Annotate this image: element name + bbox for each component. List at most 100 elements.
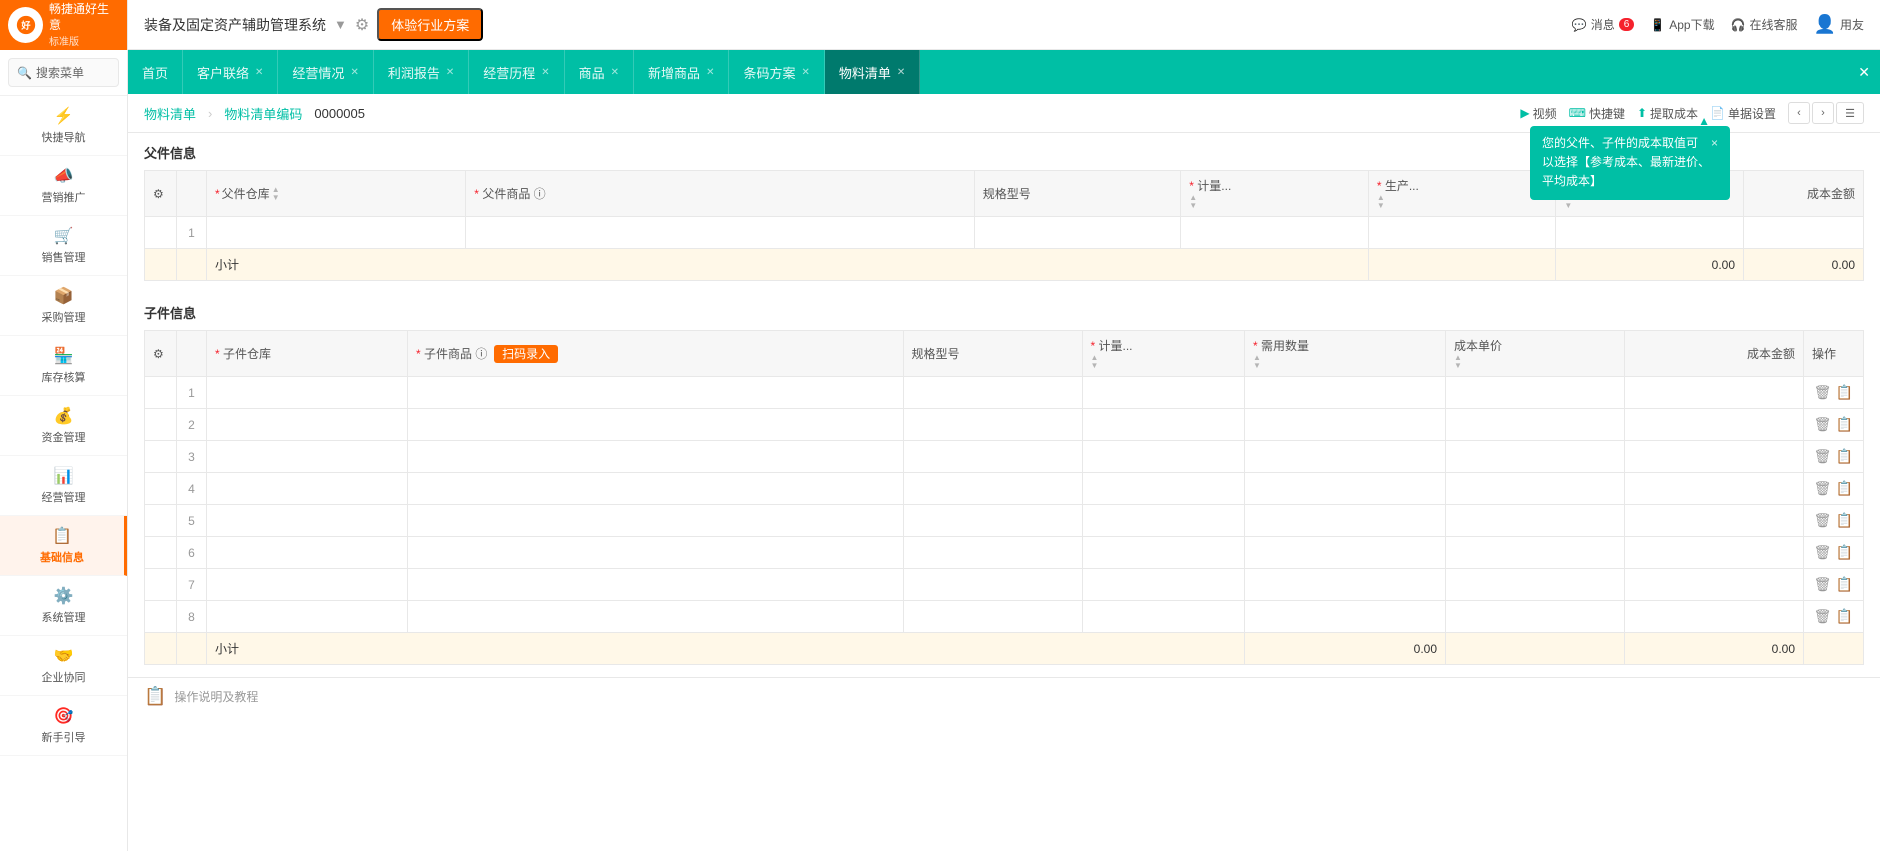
child-col-settings[interactable]: ⚙ — [145, 331, 177, 377]
child-row-unit[interactable] — [1082, 441, 1245, 473]
child-row-cost-amount[interactable] — [1625, 505, 1804, 537]
child-row-cost-amount[interactable] — [1625, 409, 1804, 441]
app-download-button[interactable]: 📱 App下载 — [1650, 16, 1714, 33]
child-row-warehouse[interactable] — [207, 441, 408, 473]
delete-icon[interactable]: 🗑 — [1814, 480, 1832, 498]
trial-button[interactable]: 体验行业方案 — [377, 8, 483, 41]
copy-icon[interactable]: 📋 — [1836, 448, 1854, 466]
tab-barcode[interactable]: 条码方案 ✕ — [729, 50, 824, 94]
message-button[interactable]: 💬 消息 6 — [1572, 16, 1635, 33]
child-row-unit-cost[interactable] — [1446, 569, 1625, 601]
extract-cost-action[interactable]: ⬆ 提取成本 — [1637, 105, 1698, 122]
prev-arrow[interactable]: ‹ — [1788, 102, 1810, 124]
child-row-goods[interactable] — [408, 441, 904, 473]
sidebar-item-quick-nav[interactable]: ⚡ 快捷导航 — [0, 96, 127, 156]
tab-goods-close[interactable]: ✕ — [611, 67, 619, 78]
child-row-cost-amount[interactable] — [1625, 441, 1804, 473]
child-row-unit[interactable] — [1082, 409, 1245, 441]
tab-profit-close[interactable]: ✕ — [446, 67, 454, 78]
delete-icon[interactable]: 🗑 — [1814, 384, 1832, 402]
child-row-unit[interactable] — [1082, 537, 1245, 569]
child-row-unit[interactable] — [1082, 601, 1245, 633]
tab-bom[interactable]: 物料清单 ✕ — [825, 50, 920, 94]
child-row-cost-amount[interactable] — [1625, 377, 1804, 409]
child-row-warehouse[interactable] — [207, 473, 408, 505]
parent-row-spec[interactable] — [974, 217, 1181, 249]
single-settings-action[interactable]: 📄 单据设置 — [1710, 105, 1776, 122]
sidebar-item-purchase[interactable]: 📦 采购管理 — [0, 276, 127, 336]
child-row-warehouse[interactable] — [207, 601, 408, 633]
child-row-cost-amount[interactable] — [1625, 569, 1804, 601]
parent-row-warehouse[interactable] — [207, 217, 466, 249]
delete-icon[interactable]: 🗑 — [1814, 416, 1832, 434]
delete-icon[interactable]: 🗑 — [1814, 512, 1832, 530]
child-row-warehouse[interactable] — [207, 377, 408, 409]
child-row-unit-cost[interactable] — [1446, 377, 1625, 409]
tab-barcode-close[interactable]: ✕ — [801, 67, 809, 78]
view-action[interactable]: ▶ 视频 — [1520, 105, 1556, 122]
child-row-warehouse[interactable] — [207, 409, 408, 441]
copy-icon[interactable]: 📋 — [1836, 384, 1854, 402]
child-row-unit-cost[interactable] — [1446, 505, 1625, 537]
child-row-unit-cost[interactable] — [1446, 601, 1625, 633]
child-row-spec[interactable] — [903, 601, 1082, 633]
child-row-spec[interactable] — [903, 409, 1082, 441]
child-row-cost-amount[interactable] — [1625, 473, 1804, 505]
tab-customer-close[interactable]: ✕ — [255, 67, 263, 78]
close-all-tabs[interactable]: ✕ — [1848, 64, 1880, 81]
breadcrumb-list[interactable]: 物料清单 — [144, 104, 196, 123]
tab-goods[interactable]: 商品 ✕ — [565, 50, 634, 94]
child-row-spec[interactable] — [903, 569, 1082, 601]
shortcut-action[interactable]: ⌨ 快捷键 — [1569, 105, 1625, 122]
child-row-spec[interactable] — [903, 377, 1082, 409]
parent-row-unit[interactable] — [1181, 217, 1369, 249]
sidebar-item-system[interactable]: ⚙️ 系统管理 — [0, 576, 127, 636]
parent-col-settings[interactable]: ⚙ — [145, 171, 177, 217]
child-row-quantity[interactable] — [1245, 569, 1446, 601]
delete-icon[interactable]: 🗑 — [1814, 544, 1832, 562]
user-button[interactable]: 👤 用友 — [1814, 14, 1864, 35]
search-menu-button[interactable]: 🔍 搜索菜单 — [8, 58, 119, 87]
child-row-warehouse[interactable] — [207, 569, 408, 601]
tab-operations-close[interactable]: ✕ — [350, 67, 358, 78]
child-row-quantity[interactable] — [1245, 409, 1446, 441]
tab-new-goods-close[interactable]: ✕ — [706, 67, 714, 78]
parent-row-production[interactable] — [1368, 217, 1556, 249]
child-row-warehouse[interactable] — [207, 537, 408, 569]
scan-button[interactable]: 扫码录入 — [494, 345, 558, 363]
sidebar-item-finance[interactable]: 💰 资金管理 — [0, 396, 127, 456]
copy-icon[interactable]: 📋 — [1836, 480, 1854, 498]
parent-row-goods[interactable] — [466, 217, 974, 249]
sidebar-item-enterprise[interactable]: 🤝 企业协同 — [0, 636, 127, 696]
tab-home[interactable]: 首页 — [128, 50, 183, 94]
delete-icon[interactable]: 🗑 — [1814, 608, 1832, 626]
child-row-quantity[interactable] — [1245, 473, 1446, 505]
online-support-button[interactable]: 🎧 在线客服 — [1731, 16, 1798, 33]
child-row-quantity[interactable] — [1245, 601, 1446, 633]
child-row-quantity[interactable] — [1245, 505, 1446, 537]
tab-profit[interactable]: 利润报告 ✕ — [374, 50, 469, 94]
next-arrow[interactable]: › — [1812, 102, 1834, 124]
copy-icon[interactable]: 📋 — [1836, 608, 1854, 626]
parent-row-cost[interactable] — [1556, 217, 1744, 249]
tab-history[interactable]: 经营历程 ✕ — [469, 50, 564, 94]
copy-icon[interactable]: 📋 — [1836, 576, 1854, 594]
child-row-goods[interactable] — [408, 601, 904, 633]
delete-icon[interactable]: 🗑 — [1814, 448, 1832, 466]
child-row-cost-amount[interactable] — [1625, 537, 1804, 569]
child-row-unit-cost[interactable] — [1446, 441, 1625, 473]
copy-icon[interactable]: 📋 — [1836, 544, 1854, 562]
tab-history-close[interactable]: ✕ — [541, 67, 549, 78]
tab-operations[interactable]: 经营情况 ✕ — [278, 50, 373, 94]
child-row-spec[interactable] — [903, 505, 1082, 537]
copy-icon[interactable]: 📋 — [1836, 512, 1854, 530]
child-row-goods[interactable] — [408, 505, 904, 537]
child-row-spec[interactable] — [903, 537, 1082, 569]
sidebar-item-inventory[interactable]: 🏪 库存核算 — [0, 336, 127, 396]
child-row-spec[interactable] — [903, 473, 1082, 505]
sidebar-item-operation[interactable]: 📊 经营管理 — [0, 456, 127, 516]
tab-new-goods[interactable]: 新增商品 ✕ — [634, 50, 729, 94]
tab-customer[interactable]: 客户联络 ✕ — [183, 50, 278, 94]
settings-icon[interactable]: ⚙ — [355, 15, 369, 35]
search-menu[interactable]: 🔍 搜索菜单 — [0, 50, 127, 96]
